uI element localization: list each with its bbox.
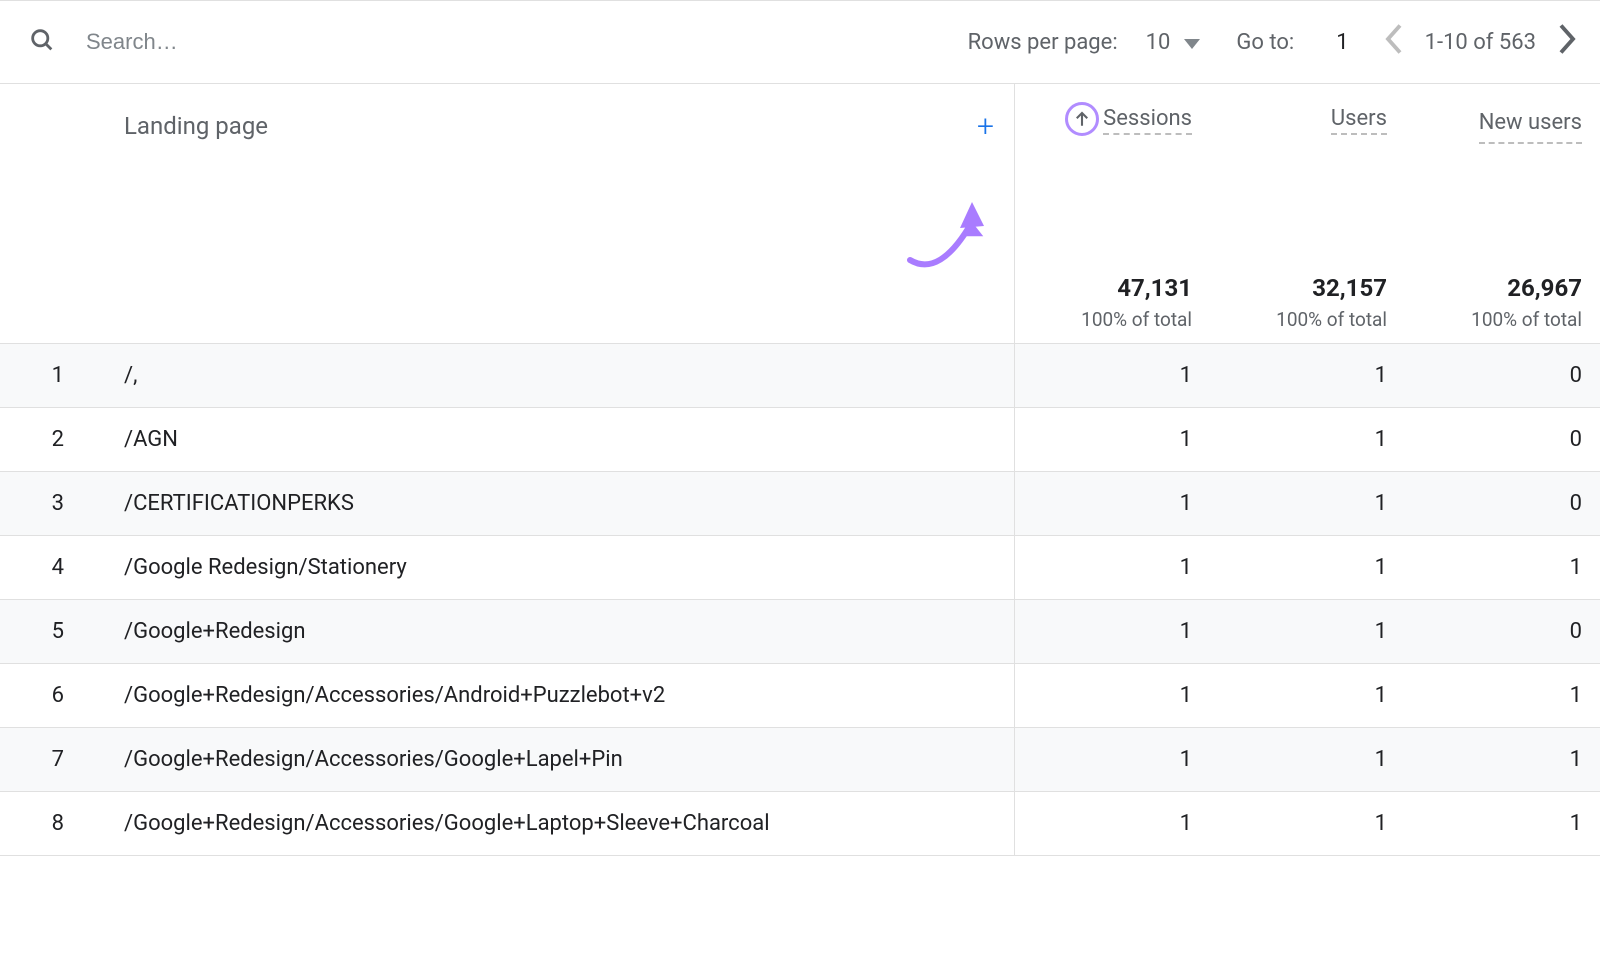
sessions-cell: 1 <box>1015 491 1210 516</box>
landing-page-cell[interactable]: /CERTIFICATIONPERKS <box>100 491 1014 516</box>
landing-page-cell[interactable]: /Google Redesign/Stationery <box>100 555 1014 580</box>
table-row[interactable]: 8/Google+Redesign/Accessories/Google+Lap… <box>0 792 1600 855</box>
index-header <box>0 84 100 343</box>
table-row[interactable]: 5/Google+Redesign110 <box>0 600 1600 663</box>
users-cell: 1 <box>1210 747 1405 772</box>
metric-total: 32,157 <box>1218 274 1387 302</box>
row-divider <box>0 855 1600 856</box>
metric-label: New users <box>1479 106 1582 144</box>
row-index: 8 <box>0 811 100 836</box>
sessions-cell: 1 <box>1015 363 1210 388</box>
metric-label: Sessions <box>1103 106 1192 135</box>
sessions-cell: 1 <box>1015 683 1210 708</box>
metric-total: 26,967 <box>1413 274 1582 302</box>
rows-per-page-select[interactable]: 10 <box>1146 30 1201 55</box>
row-index: 7 <box>0 747 100 772</box>
users-cell: 1 <box>1210 427 1405 452</box>
table-row[interactable]: 3/CERTIFICATIONPERKS110 <box>0 472 1600 535</box>
sessions-cell: 1 <box>1015 747 1210 772</box>
table-row[interactable]: 4/Google Redesign/Stationery111 <box>0 536 1600 599</box>
metric-header-users[interactable]: Users 32,157 100% of total <box>1210 84 1405 343</box>
table-body: 1/,1102/AGN1103/CERTIFICATIONPERKS1104/G… <box>0 344 1600 856</box>
new-users-cell: 0 <box>1405 619 1600 644</box>
landing-page-cell[interactable]: /AGN <box>100 427 1014 452</box>
users-cell: 1 <box>1210 491 1405 516</box>
row-index: 5 <box>0 619 100 644</box>
goto-label: Go to: <box>1236 30 1294 55</box>
new-users-cell: 1 <box>1405 811 1600 836</box>
dimension-header: Landing page + <box>100 84 1014 343</box>
new-users-cell: 0 <box>1405 427 1600 452</box>
rows-per-page-value: 10 <box>1146 30 1171 55</box>
new-users-cell: 1 <box>1405 555 1600 580</box>
new-users-cell: 0 <box>1405 491 1600 516</box>
sessions-cell: 1 <box>1015 811 1210 836</box>
metric-label: Users <box>1331 106 1387 135</box>
page-range: 1-10 of 563 <box>1425 30 1536 55</box>
new-users-cell: 1 <box>1405 747 1600 772</box>
row-index: 2 <box>0 427 100 452</box>
metric-total: 47,131 <box>1023 274 1192 302</box>
add-dimension-button[interactable]: + <box>977 112 994 142</box>
sessions-cell: 1 <box>1015 555 1210 580</box>
table-row[interactable]: 1/,110 <box>0 344 1600 407</box>
sort-ascending-icon[interactable] <box>1065 102 1099 136</box>
row-index: 1 <box>0 363 100 388</box>
users-cell: 1 <box>1210 811 1405 836</box>
table-header: Landing page + Sessions 47,131 100% of t… <box>0 84 1600 344</box>
table-toolbar: Rows per page: 10 Go to: 1 1-10 of 563 <box>0 0 1600 84</box>
table-row[interactable]: 7/Google+Redesign/Accessories/Google+Lap… <box>0 728 1600 791</box>
row-index: 3 <box>0 491 100 516</box>
landing-page-cell[interactable]: /, <box>100 363 1014 388</box>
report-table: Rows per page: 10 Go to: 1 1-10 of 563 <box>0 0 1600 856</box>
metric-header-sessions[interactable]: Sessions 47,131 100% of total <box>1015 84 1210 343</box>
goto-value[interactable]: 1 <box>1336 30 1348 55</box>
landing-page-cell[interactable]: /Google+Redesign <box>100 619 1014 644</box>
next-page-button[interactable] <box>1558 24 1576 60</box>
table-row[interactable]: 2/AGN110 <box>0 408 1600 471</box>
row-index: 6 <box>0 683 100 708</box>
metric-pct: 100% of total <box>1413 308 1582 331</box>
row-index: 4 <box>0 555 100 580</box>
new-users-cell: 1 <box>1405 683 1600 708</box>
search-input[interactable] <box>86 29 406 55</box>
search-wrap <box>28 26 968 58</box>
table-row[interactable]: 6/Google+Redesign/Accessories/Android+Pu… <box>0 664 1600 727</box>
rows-per-page-label: Rows per page: <box>968 30 1118 55</box>
search-icon <box>28 26 56 58</box>
rows-per-page: Rows per page: 10 <box>968 30 1201 55</box>
users-cell: 1 <box>1210 555 1405 580</box>
prev-page-button[interactable] <box>1385 24 1403 60</box>
users-cell: 1 <box>1210 619 1405 644</box>
dropdown-icon <box>1184 30 1200 55</box>
pager: 1-10 of 563 <box>1385 24 1576 60</box>
metric-pct: 100% of total <box>1023 308 1192 331</box>
landing-page-cell[interactable]: /Google+Redesign/Accessories/Android+Puz… <box>100 683 1014 708</box>
new-users-cell: 0 <box>1405 363 1600 388</box>
sessions-cell: 1 <box>1015 619 1210 644</box>
goto: Go to: 1 <box>1236 30 1348 55</box>
landing-page-cell[interactable]: /Google+Redesign/Accessories/Google+Lape… <box>100 747 1014 772</box>
toolbar-right: Rows per page: 10 Go to: 1 1-10 of 563 <box>968 24 1576 60</box>
landing-page-cell[interactable]: /Google+Redesign/Accessories/Google+Lapt… <box>100 811 1014 836</box>
sessions-cell: 1 <box>1015 427 1210 452</box>
metric-header-new-users[interactable]: New users 26,967 100% of total <box>1405 84 1600 343</box>
metric-pct: 100% of total <box>1218 308 1387 331</box>
dimension-label[interactable]: Landing page <box>124 112 268 140</box>
users-cell: 1 <box>1210 683 1405 708</box>
users-cell: 1 <box>1210 363 1405 388</box>
